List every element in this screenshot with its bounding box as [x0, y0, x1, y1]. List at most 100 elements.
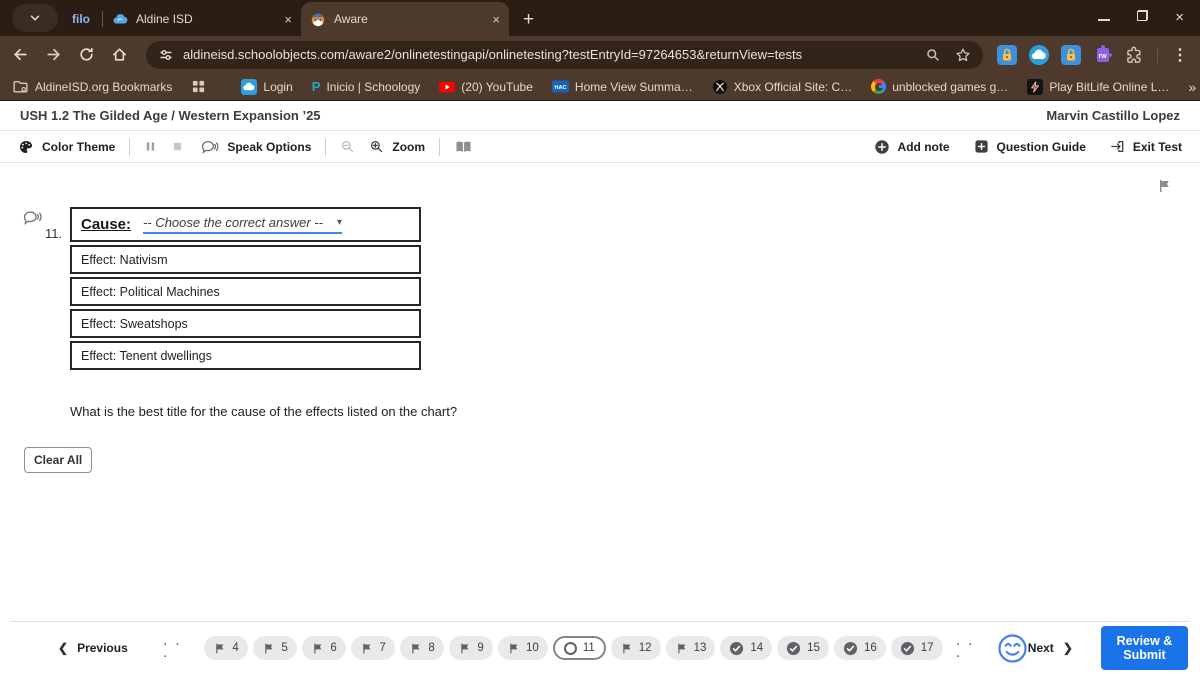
- flag-icon: [677, 643, 685, 653]
- tab-aware[interactable]: Aware ×: [301, 2, 509, 36]
- question-pill-13[interactable]: 13: [665, 636, 716, 660]
- url-text[interactable]: aldineisd.schoolobjects.com/aware2/onlin…: [183, 47, 915, 62]
- question-pill-4[interactable]: 4: [204, 636, 249, 660]
- home-button[interactable]: [111, 46, 128, 63]
- close-window-button[interactable]: ×: [1175, 10, 1184, 25]
- bookmark-label: unblocked games g…: [892, 79, 1009, 94]
- exit-test-button[interactable]: Exit Test: [1110, 139, 1182, 154]
- bookmark-label: AldineISD.org Bookmarks: [35, 79, 173, 94]
- flag-question-button[interactable]: [1156, 178, 1172, 199]
- restore-button[interactable]: [1137, 8, 1149, 26]
- reload-icon: [80, 47, 93, 61]
- dictionary-icon[interactable]: [454, 139, 473, 155]
- stop-icon[interactable]: [171, 140, 184, 153]
- dropdown-value: -- Choose the correct answer --: [143, 215, 323, 230]
- apps-grid-icon: [193, 80, 205, 93]
- exit-test-label: Exit Test: [1132, 139, 1182, 154]
- test-title: USH 1.2 The Gilded Age / Western Expansi…: [20, 108, 321, 123]
- readwrite-extension-icon[interactable]: rw: [1093, 44, 1113, 65]
- ellipsis-right[interactable]: . . .: [957, 636, 975, 660]
- extensions-puzzle-icon[interactable]: [1125, 46, 1143, 64]
- tab-search-button[interactable]: [12, 4, 58, 32]
- site-settings-icon[interactable]: [158, 47, 174, 63]
- speak-options-button[interactable]: Speak Options: [227, 140, 311, 154]
- question-pill-6[interactable]: 6: [302, 636, 347, 660]
- mood-feedback-button[interactable]: [997, 633, 1028, 664]
- next-button[interactable]: Next ❯: [1028, 641, 1073, 655]
- flag-icon: [314, 643, 322, 653]
- bookmark-bitlife[interactable]: Play BitLife Online L…: [1027, 78, 1169, 95]
- search-icon[interactable]: [925, 47, 941, 63]
- bitlife-icon: [1027, 78, 1044, 95]
- close-tab-icon[interactable]: ×: [492, 13, 500, 26]
- bookmark-xbox[interactable]: Xbox Official Site: C…: [712, 79, 852, 95]
- read-aloud-button[interactable]: [22, 209, 43, 232]
- next-label: Next: [1027, 641, 1054, 655]
- speak-icon[interactable]: [200, 139, 219, 155]
- question-pill-5[interactable]: 5: [253, 636, 298, 660]
- speaker-icon: [23, 211, 42, 225]
- question-pill-10[interactable]: 10: [498, 636, 548, 660]
- current-circle-icon: [563, 641, 577, 655]
- pause-icon[interactable]: [144, 140, 157, 153]
- tab-strip: filo Aldine ISD × Aware × + ×: [0, 0, 1200, 36]
- question-nav-footer: ❮ Previous . . . 4 5 6 7 8 9 10 11 12 13…: [10, 621, 1190, 674]
- pill-number: 13: [693, 642, 707, 654]
- bookmark-hac[interactable]: HAC Home View Summa…: [551, 79, 693, 94]
- question-pill-11-current[interactable]: 11: [552, 636, 606, 660]
- clear-all-button[interactable]: Clear All: [24, 447, 93, 473]
- question-pill-15[interactable]: 15: [777, 636, 829, 660]
- minimize-button[interactable]: [1098, 8, 1111, 26]
- caret-down-icon: ▾: [336, 217, 342, 228]
- forward-button[interactable]: [45, 46, 62, 63]
- lock-extension-2-icon[interactable]: [1061, 44, 1081, 65]
- add-note-button[interactable]: Add note: [874, 139, 950, 155]
- bookmark-login[interactable]: Login: [241, 78, 293, 95]
- exit-test-icon: [1111, 140, 1124, 153]
- answer-dropdown[interactable]: -- Choose the correct answer -- ▾: [143, 215, 342, 234]
- question-pill-9[interactable]: 9: [449, 636, 494, 660]
- apps-grid-button[interactable]: [191, 79, 206, 94]
- bookmark-label: (20) YouTube: [461, 79, 533, 94]
- bookmark-label: Home View Summa…: [574, 79, 693, 94]
- question-pill-7[interactable]: 7: [351, 636, 396, 660]
- pill-number: 4: [232, 642, 239, 654]
- question-pill-16[interactable]: 16: [833, 636, 886, 660]
- bookmark-star-icon[interactable]: [955, 47, 971, 63]
- hac-icon: HAC: [551, 80, 569, 93]
- bookmark-schoology[interactable]: P Inicio | Schoology: [312, 79, 421, 94]
- test-toolbar: Color Theme Speak Options Zoom Add note …: [0, 131, 1200, 163]
- pill-number: 9: [477, 642, 484, 654]
- cause-effect-chart: Cause: -- Choose the correct answer -- ▾…: [70, 207, 421, 370]
- zoom-in-icon[interactable]: [369, 139, 384, 154]
- review-submit-button[interactable]: Review & Submit: [1100, 626, 1188, 670]
- bookmark-unblocked-games[interactable]: unblocked games g…: [871, 79, 1008, 94]
- zoom-out-icon[interactable]: [340, 139, 355, 154]
- bookmark-youtube[interactable]: (20) YouTube: [439, 79, 533, 95]
- managed-bookmarks-folder[interactable]: AldineISD.org Bookmarks: [12, 78, 172, 95]
- address-bar[interactable]: aldineisd.schoolobjects.com/aware2/onlin…: [146, 40, 983, 69]
- question-pill-17[interactable]: 17: [890, 636, 943, 660]
- cloud-extension-icon[interactable]: [1029, 44, 1049, 65]
- bookmarks-overflow-icon[interactable]: »: [1188, 79, 1196, 95]
- ellipsis-left[interactable]: . . .: [164, 636, 182, 660]
- question-pill-8[interactable]: 8: [400, 636, 445, 660]
- question-pill-14[interactable]: 14: [720, 636, 773, 660]
- pill-number: 17: [920, 642, 934, 654]
- flag-icon: [265, 643, 273, 653]
- previous-button[interactable]: ❮ Previous: [58, 641, 128, 655]
- question-pill-12[interactable]: 12: [610, 636, 661, 660]
- browser-menu-icon[interactable]: ⋮: [1172, 45, 1188, 65]
- color-theme-button[interactable]: Color Theme: [18, 139, 115, 155]
- question-guide-button[interactable]: Question Guide: [974, 139, 1086, 154]
- reload-button[interactable]: [78, 46, 95, 63]
- new-tab-button[interactable]: +: [523, 10, 534, 29]
- back-button[interactable]: [12, 46, 29, 63]
- lock-extension-icon[interactable]: [997, 44, 1017, 65]
- toolbar-separator: [439, 137, 441, 156]
- add-note-icon: [874, 139, 889, 154]
- tab-aldine-isd[interactable]: Aldine ISD ×: [103, 2, 301, 36]
- tab-group-label[interactable]: filo: [72, 12, 90, 26]
- question-guide-label: Question Guide: [996, 139, 1086, 154]
- close-tab-icon[interactable]: ×: [284, 13, 292, 26]
